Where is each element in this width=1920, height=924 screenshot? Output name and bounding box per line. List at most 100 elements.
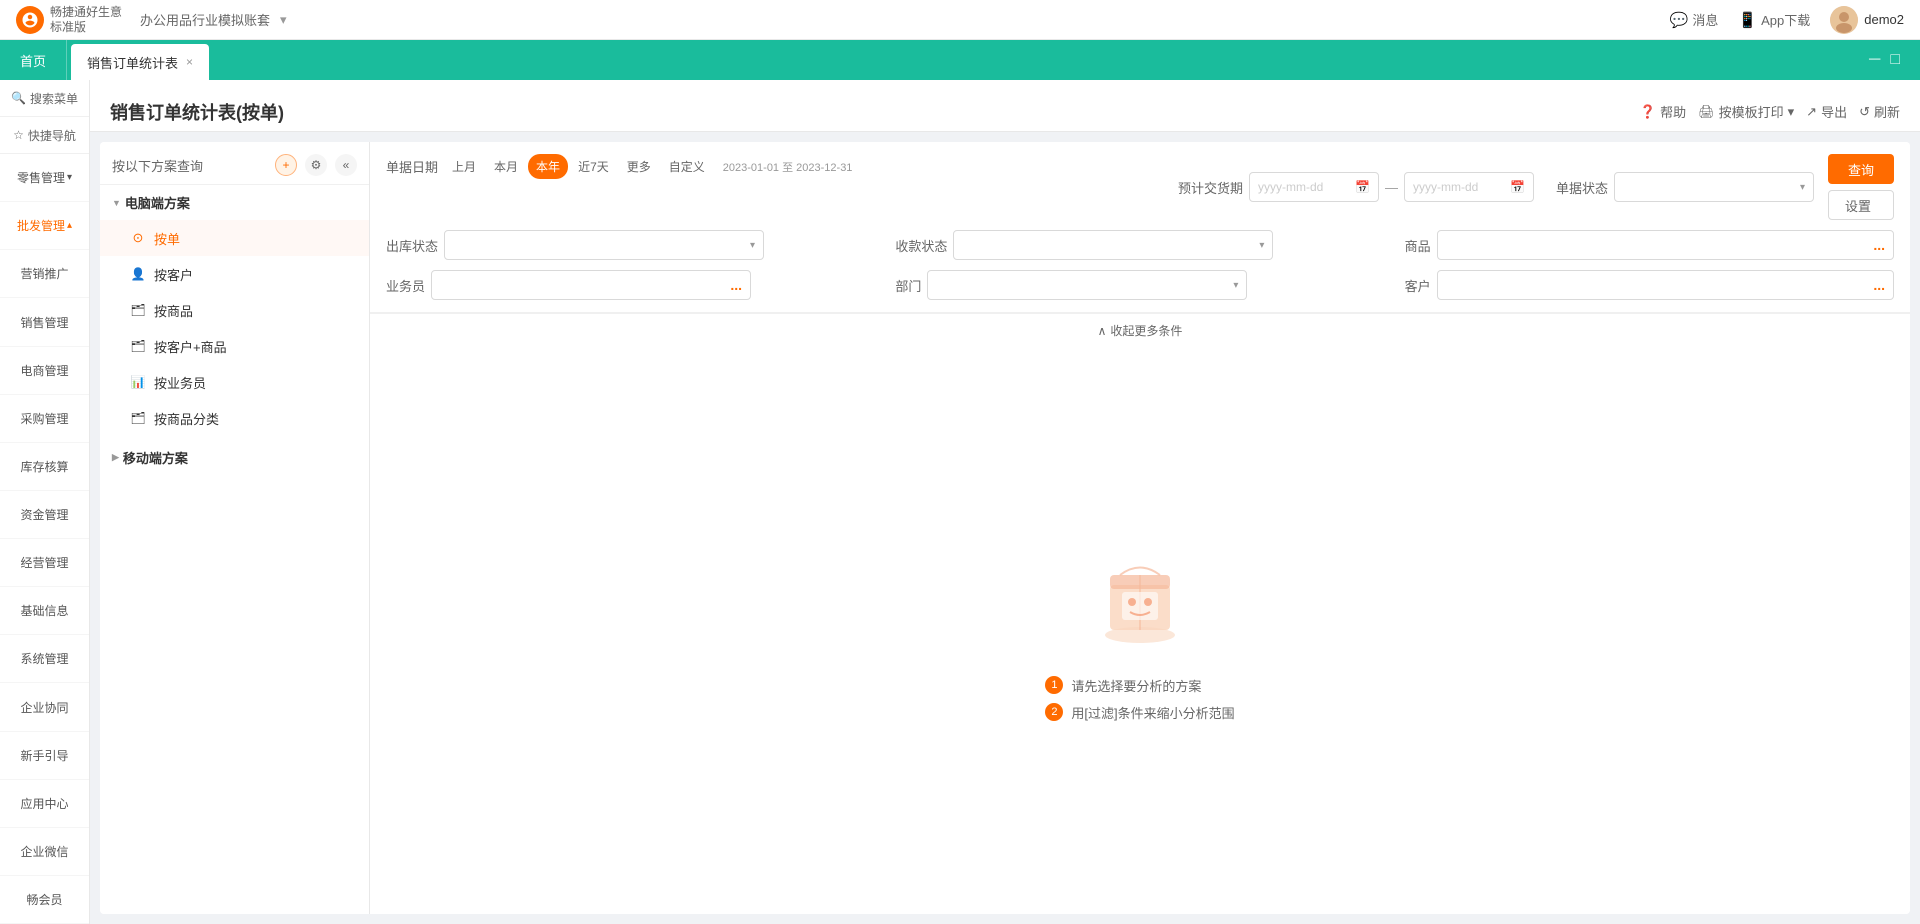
sidebar-item-label-inventory: 库存核算: [20, 458, 68, 475]
sidebar-item-guide[interactable]: 新手引导: [0, 732, 89, 780]
filter-row-2: 出库状态 ▾ 收款状态 ▾: [386, 230, 1894, 260]
department-select[interactable]: ▾: [927, 270, 1247, 300]
tree-category-pc[interactable]: ▼ 电脑端方案: [100, 185, 369, 220]
chevron-down-icon-retail: ▾: [67, 172, 72, 183]
sidebar-search-nav[interactable]: 🔍 搜索菜单: [0, 80, 89, 117]
chevron-up-icon-wholesale: ▴: [67, 220, 72, 231]
sidebar-item-wholesale[interactable]: 批发管理 ▴: [0, 202, 89, 250]
customer-dots-btn[interactable]: ...: [1873, 277, 1885, 293]
customer-filter: 客户 ...: [1405, 270, 1894, 300]
sidebar-item-wechat[interactable]: 企业微信: [0, 828, 89, 876]
payment-filter: 收款状态 ▾: [895, 230, 1384, 260]
breadcrumb-dropdown-icon[interactable]: ▾: [280, 12, 287, 28]
tree-item-by-salesperson[interactable]: 📊 按业务员: [100, 364, 369, 400]
tree-category-mobile-label: 移动端方案: [123, 448, 188, 467]
settings-btn[interactable]: 设置: [1828, 190, 1894, 220]
tip-num-2: 2: [1045, 703, 1063, 721]
product-select[interactable]: ...: [1437, 230, 1894, 260]
inner-layout: 按以下方案查询 + ⚙ « ▼ 电脑端方案 ⊙ 按单: [100, 142, 1910, 914]
tree-category-mobile[interactable]: ▶ 移动端方案: [100, 440, 369, 475]
collapse-panel-btn[interactable]: «: [335, 154, 357, 176]
time-btn-7days[interactable]: 近7天: [570, 154, 617, 179]
filter-area: 单据日期 上月 本月 本年 近7天 更多 自定义 2023-01-01 至 20…: [370, 142, 1910, 313]
sidebar-item-sales[interactable]: 销售管理: [0, 298, 89, 346]
time-buttons: 上月 本月 本年 近7天 更多 自定义: [444, 154, 713, 179]
salesperson-select[interactable]: ...: [431, 270, 751, 300]
product-dots-btn[interactable]: ...: [1873, 237, 1885, 253]
print-template-btn[interactable]: 🖨 按模板打印 ▾: [1698, 102, 1794, 121]
logo-area[interactable]: 畅捷通好生意 标准版: [16, 5, 122, 34]
user-avatar: [1830, 6, 1858, 34]
app-download-btn[interactable]: 📱 App下载: [1738, 10, 1810, 29]
sidebar-item-finance[interactable]: 资金管理: [0, 491, 89, 539]
tab-maximize-icon[interactable]: □: [1890, 51, 1900, 69]
message-btn[interactable]: 💬 消息: [1670, 10, 1719, 29]
customer-select[interactable]: ...: [1437, 270, 1894, 300]
payment-select[interactable]: ▾: [953, 230, 1273, 260]
right-content: 单据日期 上月 本月 本年 近7天 更多 自定义 2023-01-01 至 20…: [370, 142, 1910, 914]
download-icon: 📱: [1738, 11, 1757, 29]
page-header-actions: ❓ 帮助 🖨 按模板打印 ▾ ↗ 导出 ↺ 刷新: [1640, 102, 1900, 121]
date-label: 单据日期: [386, 157, 438, 176]
sidebar-item-label-wechat: 企业微信: [20, 843, 68, 860]
print-icon: 🖨: [1698, 104, 1715, 120]
star-icon: ☆: [13, 128, 24, 142]
sidebar-item-retail[interactable]: 零售管理 ▾: [0, 154, 89, 202]
sidebar-item-inventory[interactable]: 库存核算: [0, 443, 89, 491]
sidebar-item-purchase[interactable]: 采购管理: [0, 395, 89, 443]
refresh-btn[interactable]: ↺ 刷新: [1859, 102, 1900, 121]
sidebar-item-system[interactable]: 系统管理: [0, 635, 89, 683]
time-btn-more[interactable]: 更多: [619, 154, 659, 179]
tab-bar-right: ─ □: [1869, 51, 1900, 69]
calendar-icon-end: 📅: [1510, 180, 1525, 194]
tab-minimize-icon[interactable]: ─: [1869, 51, 1880, 69]
collapse-bar[interactable]: ∧ 收起更多条件: [370, 313, 1910, 347]
warehouse-caret-icon: ▾: [750, 240, 755, 251]
sidebar-item-marketing[interactable]: 营销推广: [0, 250, 89, 298]
tree-item-by-customer[interactable]: 👤 按客户: [100, 256, 369, 292]
sidebar-item-label-ecommerce: 电商管理: [20, 362, 68, 379]
user-area[interactable]: demo2: [1830, 6, 1904, 34]
time-btn-last-month[interactable]: 上月: [444, 154, 484, 179]
sidebar-item-appstore[interactable]: 应用中心: [0, 780, 89, 828]
sidebar-item-operation[interactable]: 经营管理: [0, 539, 89, 587]
sidebar-item-basic[interactable]: 基础信息: [0, 587, 89, 635]
sidebar-item-label-enterprise: 企业协同: [20, 699, 68, 716]
sidebar-item-member[interactable]: 畅会员: [0, 876, 89, 924]
warehouse-select[interactable]: ▾: [444, 230, 764, 260]
query-btn[interactable]: 查询: [1828, 154, 1894, 184]
expected-date-start-input[interactable]: yyyy-mm-dd 📅: [1249, 172, 1379, 202]
breadcrumb-title: 办公用品行业模拟账套: [140, 10, 270, 29]
tab-active[interactable]: 销售订单统计表 ×: [71, 44, 209, 80]
sidebar-item-ecommerce[interactable]: 电商管理: [0, 347, 89, 395]
tree-item-by-product[interactable]: 🗂 按商品: [100, 292, 369, 328]
tab-close-btn[interactable]: ×: [186, 55, 193, 69]
help-btn[interactable]: ❓ 帮助: [1640, 102, 1686, 121]
tree-icon-by-order: ⊙: [128, 228, 148, 248]
settings-scheme-btn[interactable]: ⚙: [305, 154, 327, 176]
department-caret-icon: ▾: [1233, 280, 1238, 291]
tree-item-by-order[interactable]: ⊙ 按单: [100, 220, 369, 256]
time-btn-custom[interactable]: 自定义: [661, 154, 713, 179]
time-btn-this-year[interactable]: 本年: [528, 154, 568, 179]
tree-item-by-category[interactable]: 🗂 按商品分类: [100, 400, 369, 436]
filter-row-3: 业务员 ... 部门 ▾: [386, 270, 1894, 300]
department-label: 部门: [895, 276, 921, 295]
warehouse-filter: 出库状态 ▾: [386, 230, 875, 260]
tab-home[interactable]: 首页: [0, 40, 67, 80]
sidebar-quick-nav[interactable]: ☆ 快捷导航: [0, 117, 89, 154]
tree-icon-by-customer-product: 🗂: [128, 336, 148, 356]
sidebar-item-label-basic: 基础信息: [20, 602, 68, 619]
chevron-up-icon: ∧: [1098, 324, 1107, 338]
sidebar-item-enterprise[interactable]: 企业协同: [0, 683, 89, 731]
expected-date-end-input[interactable]: yyyy-mm-dd 📅: [1404, 172, 1534, 202]
sidebar: 🔍 搜索菜单 ☆ 快捷导航 零售管理 ▾ 批发管理 ▴ 营销推广 销售管理 电商…: [0, 80, 90, 924]
add-scheme-btn[interactable]: +: [275, 154, 297, 176]
doc-status-label: 单据状态: [1556, 178, 1608, 197]
tree-item-by-customer-product[interactable]: 🗂 按客户+商品: [100, 328, 369, 364]
sidebar-item-label-system: 系统管理: [20, 650, 68, 667]
doc-status-select[interactable]: ▾: [1614, 172, 1814, 202]
time-btn-this-month[interactable]: 本月: [486, 154, 526, 179]
export-btn[interactable]: ↗ 导出: [1806, 102, 1847, 121]
salesperson-dots-btn[interactable]: ...: [730, 277, 742, 293]
